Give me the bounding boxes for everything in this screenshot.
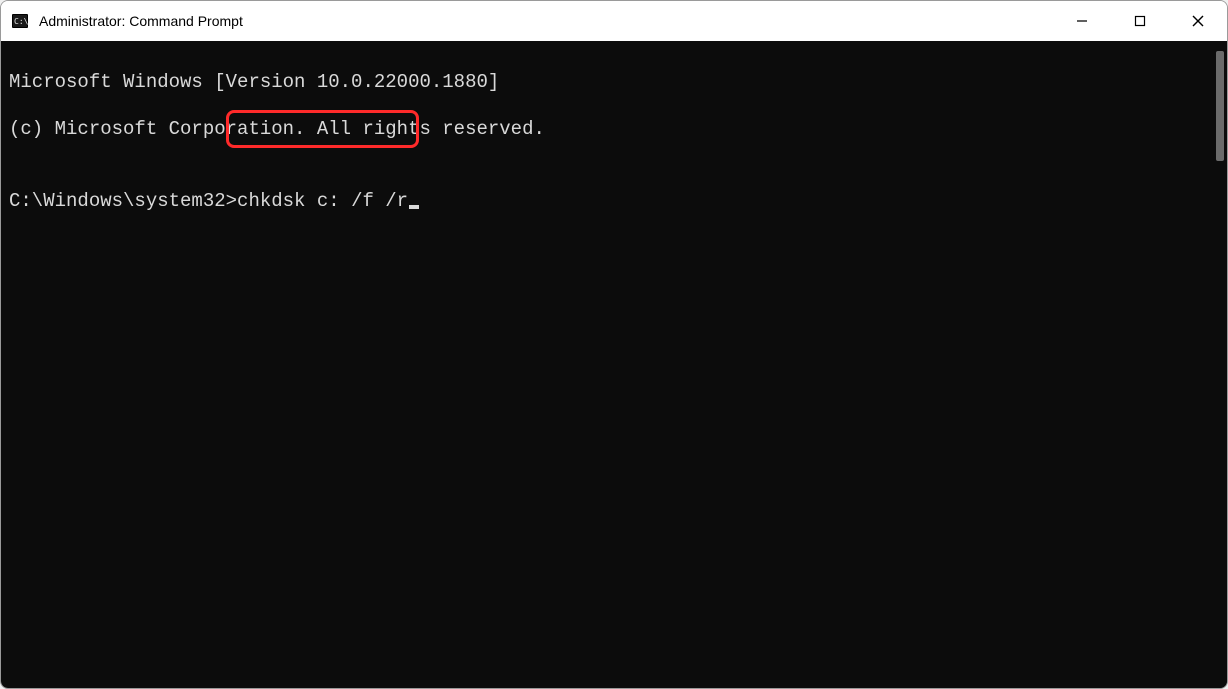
svg-text:C:\: C:\ <box>14 17 29 26</box>
text-cursor <box>409 205 419 209</box>
window: C:\ Administrator: Command Prompt <box>0 0 1228 689</box>
vertical-scrollbar[interactable] <box>1213 41 1227 688</box>
terminal-prompt: C:\Windows\system32> <box>9 190 237 212</box>
maximize-button[interactable] <box>1111 1 1169 41</box>
maximize-icon <box>1133 14 1147 28</box>
scrollbar-thumb[interactable] <box>1216 51 1224 161</box>
titlebar[interactable]: C:\ Administrator: Command Prompt <box>1 1 1227 41</box>
terminal-line: (c) Microsoft Corporation. All rights re… <box>9 118 1205 142</box>
terminal-line: Microsoft Windows [Version 10.0.22000.18… <box>9 71 1205 95</box>
terminal-prompt-line: C:\Windows\system32>chkdsk c: /f /r <box>9 190 419 214</box>
close-icon <box>1191 14 1205 28</box>
app-icon: C:\ <box>11 12 29 30</box>
minimize-icon <box>1075 14 1089 28</box>
window-controls <box>1053 1 1227 41</box>
terminal-command[interactable]: chkdsk c: /f /r <box>237 190 408 212</box>
close-button[interactable] <box>1169 1 1227 41</box>
window-title: Administrator: Command Prompt <box>39 13 1053 29</box>
terminal-output: Microsoft Windows [Version 10.0.22000.18… <box>1 41 1213 688</box>
terminal-area[interactable]: Microsoft Windows [Version 10.0.22000.18… <box>1 41 1227 688</box>
minimize-button[interactable] <box>1053 1 1111 41</box>
